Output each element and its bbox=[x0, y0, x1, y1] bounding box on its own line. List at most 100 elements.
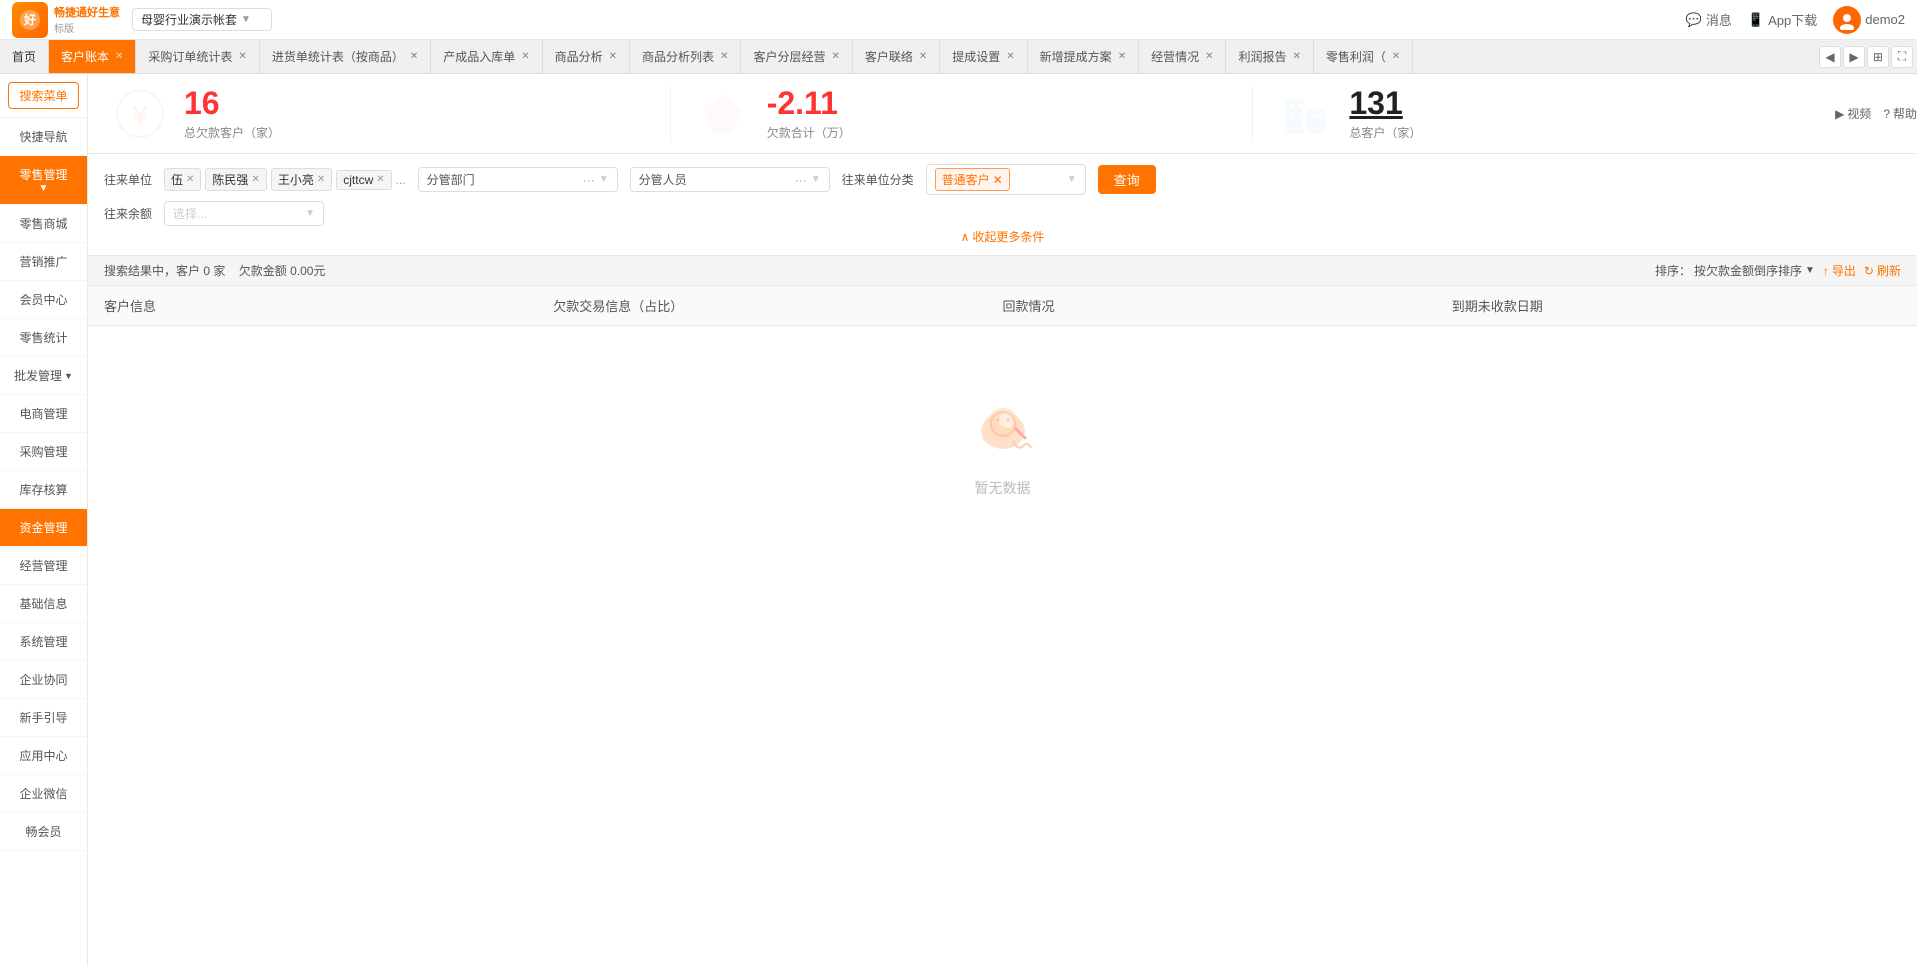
sidebar-item-purchase[interactable]: 采购管理 bbox=[0, 433, 87, 471]
tab-profit-report[interactable]: 利润报告 ✕ bbox=[1226, 40, 1313, 73]
tab-close-retail-profit[interactable]: ✕ bbox=[1392, 51, 1400, 62]
stat-debt-label: 欠款合计（万） bbox=[767, 124, 851, 141]
tab-new-promotion-plan[interactable]: 新增提成方案 ✕ bbox=[1028, 40, 1139, 73]
tab-next-button[interactable]: ▶ bbox=[1843, 46, 1865, 68]
tab-close-customer-segment[interactable]: ✕ bbox=[831, 51, 839, 62]
sidebar-item-operations[interactable]: 经营管理 bbox=[0, 547, 87, 585]
tab-product-analysis[interactable]: 商品分析 ✕ bbox=[543, 40, 630, 73]
tab-accounts[interactable]: 客户账本 ✕ bbox=[49, 40, 136, 73]
tab-close-product-analysis[interactable]: ✕ bbox=[609, 51, 617, 62]
sidebar-item-quick-nav[interactable]: 快捷导航 bbox=[0, 118, 87, 156]
collapse-button[interactable]: ∧ 收起更多条件 bbox=[104, 228, 1901, 245]
user-menu[interactable]: demo2 bbox=[1833, 6, 1905, 34]
tab-retail-profit[interactable]: 零售利润（ ✕ bbox=[1314, 40, 1413, 73]
remove-tag-3[interactable]: ✕ bbox=[376, 174, 384, 185]
filter-more-tags[interactable]: ... bbox=[396, 173, 406, 187]
sidebar-item-new-guide[interactable]: 新手引导 bbox=[0, 699, 87, 737]
avatar bbox=[1833, 6, 1861, 34]
results-bar: 搜索结果中，客户 0 家 欠款金额 0.00元 排序： 按欠款金额倒序排序 ▼ … bbox=[88, 256, 1917, 286]
tab-home[interactable]: 首页 bbox=[0, 40, 49, 73]
sidebar-item-finance[interactable]: 资金管理 bbox=[0, 509, 87, 547]
tab-product-analysis-list[interactable]: 商品分析列表 ✕ bbox=[630, 40, 741, 73]
app-download-button[interactable]: 📱 App下载 bbox=[1748, 10, 1817, 29]
sidebar-item-wholesale[interactable]: 批发管理 ▼ bbox=[0, 357, 87, 395]
tab-close-new-promotion-plan[interactable]: ✕ bbox=[1118, 51, 1126, 62]
tab-navigation: ◀ ▶ ⊞ ⛶ bbox=[1815, 46, 1917, 68]
sidebar-item-app-center[interactable]: 应用中心 bbox=[0, 737, 87, 775]
sidebar-item-premium-member[interactable]: 畅会员 bbox=[0, 813, 87, 851]
stat-all-customers-value: 131 bbox=[1349, 86, 1421, 121]
sidebar-search-button[interactable]: 搜索菜单 bbox=[8, 82, 79, 109]
remainder-chevron-icon: ▼ bbox=[305, 208, 315, 219]
tab-close-profit-report[interactable]: ✕ bbox=[1293, 51, 1301, 62]
sidebar-item-retail-mall[interactable]: 零售商城 bbox=[0, 205, 87, 243]
sidebar-item-enterprise-wechat[interactable]: 企业微信 bbox=[0, 775, 87, 813]
tab-close-business-situation[interactable]: ✕ bbox=[1205, 51, 1213, 62]
top-right: 💬 消息 📱 App下载 demo2 bbox=[1686, 6, 1905, 34]
sidebar-item-basic-info[interactable]: 基础信息 bbox=[0, 585, 87, 623]
tab-customer-segment[interactable]: 客户分层经营 ✕ bbox=[741, 40, 852, 73]
stat-total-debt: ✦ -2.11 欠款合计（万） bbox=[671, 86, 1254, 142]
category-label: 往来单位分类 bbox=[842, 171, 914, 188]
category-selector[interactable]: 普通客户 ✕ ▼ bbox=[926, 164, 1086, 195]
export-button[interactable]: ↑ 导出 bbox=[1823, 262, 1856, 279]
remove-tag-2[interactable]: ✕ bbox=[317, 174, 325, 185]
empty-state: 暂无数据 bbox=[88, 326, 1917, 558]
remainder-label: 往来余额 bbox=[104, 205, 152, 222]
tab-close-purchase-orders[interactable]: ✕ bbox=[238, 51, 246, 62]
remainder-selector[interactable]: 选择... ▼ bbox=[164, 201, 324, 226]
sidebar-item-inventory[interactable]: 库存核算 bbox=[0, 471, 87, 509]
tab-prev-button[interactable]: ◀ bbox=[1819, 46, 1841, 68]
dept-selector[interactable]: 分管部门 ··· ▼ bbox=[418, 167, 618, 192]
logo-area: 好 畅捷通好生意 标版 bbox=[12, 2, 120, 38]
account-selector[interactable]: 母婴行业演示帐套 ▼ bbox=[132, 8, 272, 31]
category-tag: 普通客户 ✕ bbox=[935, 168, 1010, 191]
message-button[interactable]: 💬 消息 bbox=[1686, 10, 1732, 29]
tab-promotion-settings[interactable]: 提成设置 ✕ bbox=[940, 40, 1027, 73]
remove-category[interactable]: ✕ bbox=[993, 173, 1003, 187]
tab-close-product-analysis-list[interactable]: ✕ bbox=[720, 51, 728, 62]
video-button[interactable]: ▶ 视频 bbox=[1835, 105, 1871, 122]
remove-tag-1[interactable]: ✕ bbox=[251, 174, 259, 185]
sidebar-item-system[interactable]: 系统管理 bbox=[0, 623, 87, 661]
refresh-button[interactable]: ↻ 刷新 bbox=[1864, 262, 1901, 279]
filter-tag-2: 王小亮 ✕ bbox=[271, 168, 332, 191]
tab-close-accounts[interactable]: ✕ bbox=[115, 51, 123, 62]
tab-close-customer-contact[interactable]: ✕ bbox=[919, 51, 927, 62]
tab-purchase-orders[interactable]: 采购订单统计表 ✕ bbox=[136, 40, 259, 73]
sidebar-item-ecommerce[interactable]: 电商管理 bbox=[0, 395, 87, 433]
chevron-down-icon: ▼ bbox=[241, 14, 251, 25]
stat-total-customers: ￥ 16 总欠款客户（家） bbox=[88, 86, 671, 142]
sidebar-item-members[interactable]: 会员中心 bbox=[0, 281, 87, 319]
query-button[interactable]: 查询 bbox=[1098, 165, 1156, 194]
sidebar-item-marketing[interactable]: 营销推广 bbox=[0, 243, 87, 281]
person-dots: ··· bbox=[795, 173, 807, 187]
sort-selector[interactable]: 排序： 按欠款金额倒序排序 ▼ bbox=[1655, 262, 1815, 279]
tab-close-promotion-settings[interactable]: ✕ bbox=[1006, 51, 1014, 62]
sidebar-item-enterprise-collab[interactable]: 企业协同 bbox=[0, 661, 87, 699]
stat-all-customers-label: 总客户（家） bbox=[1349, 124, 1421, 141]
filter-bar: 往来单位 伍 ✕ 陈民强 ✕ 王小亮 ✕ cjttcw bbox=[88, 154, 1917, 256]
person-selector[interactable]: 分管人员 ··· ▼ bbox=[630, 167, 830, 192]
stat-debt-value: -2.11 bbox=[767, 86, 851, 121]
chevron-up-icon: ∧ bbox=[961, 230, 970, 244]
tab-expand-button[interactable]: ⊞ bbox=[1867, 46, 1889, 68]
logo-icon: 好 bbox=[12, 2, 48, 38]
help-button[interactable]: ? 帮助 bbox=[1883, 105, 1917, 122]
stat-debt-text: -2.11 欠款合计（万） bbox=[767, 86, 851, 140]
diamond-icon: ✦ bbox=[695, 86, 751, 142]
tab-customer-contact[interactable]: 客户联络 ✕ bbox=[853, 40, 940, 73]
chevron-down-icon: ▼ bbox=[64, 371, 73, 381]
empty-text: 暂无数据 bbox=[975, 478, 1031, 498]
tab-production-inbound[interactable]: 产成品入库单 ✕ bbox=[431, 40, 542, 73]
remove-tag-0[interactable]: ✕ bbox=[186, 174, 194, 185]
tab-business-situation[interactable]: 经营情况 ✕ bbox=[1139, 40, 1226, 73]
stat-actions: ▶ 视频 ? 帮助 bbox=[1835, 105, 1917, 122]
tab-fullscreen-button[interactable]: ⛶ bbox=[1891, 46, 1913, 68]
sidebar-item-retail[interactable]: 零售管理 ▼ bbox=[0, 156, 87, 205]
tab-close-inbound-stats[interactable]: ✕ bbox=[410, 51, 418, 62]
svg-text:✦: ✦ bbox=[717, 108, 729, 124]
tab-inbound-stats[interactable]: 进货单统计表（按商品） ✕ bbox=[260, 40, 431, 73]
sidebar-item-retail-stats[interactable]: 零售统计 bbox=[0, 319, 87, 357]
tab-close-production-inbound[interactable]: ✕ bbox=[521, 51, 529, 62]
